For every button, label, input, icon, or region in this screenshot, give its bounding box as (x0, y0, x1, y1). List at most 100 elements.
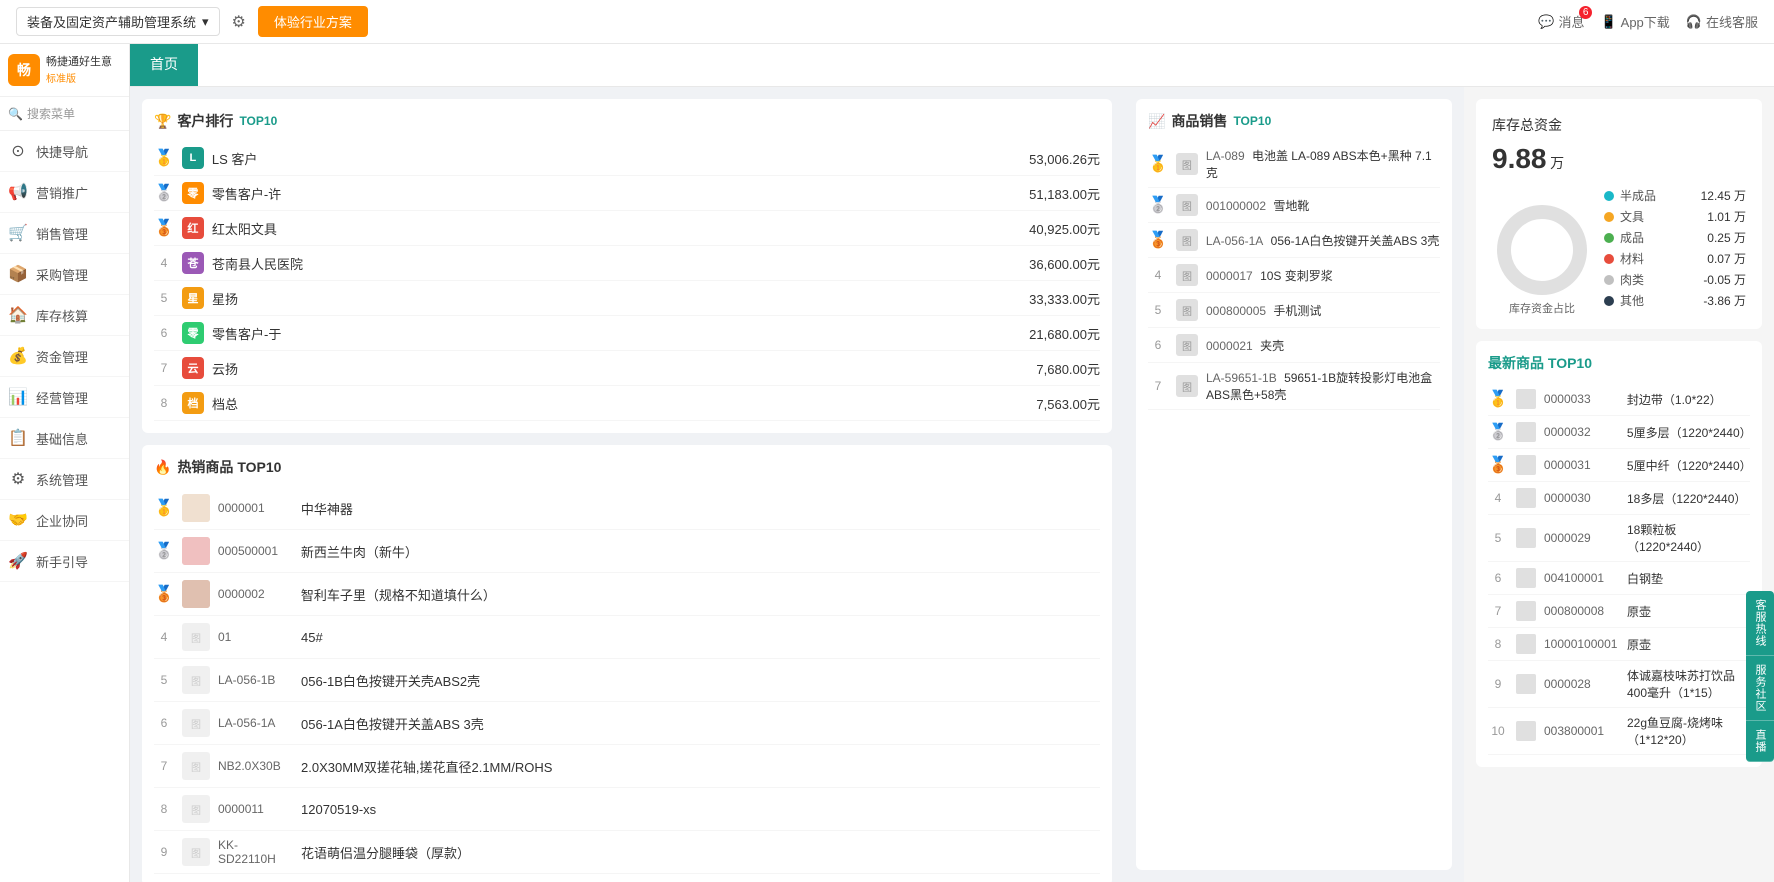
search-label: 搜索菜单 (27, 105, 75, 122)
service-label: 在线客服 (1706, 12, 1758, 31)
top-sales-top-label: TOP10 (1233, 114, 1271, 128)
legend-value: 12.45 万 (1701, 187, 1746, 204)
product-code: LA-59651-1B (1206, 371, 1277, 385)
rank-value: 7,563.00元 (1036, 394, 1100, 413)
trial-button[interactable]: 体验行业方案 (258, 6, 368, 37)
newest-product-item: 4 0000030 18多层（1220*2440） (1488, 482, 1750, 515)
inventory-card: 库存总资金 9.88 万 (1476, 99, 1762, 329)
sidebar-item-system-label: 系统管理 (36, 470, 88, 489)
legend-dot (1604, 212, 1614, 222)
newest-product-item: 🥉 0000031 5厘中纤（1220*2440） (1488, 449, 1750, 482)
newest-code: 0000030 (1544, 491, 1619, 505)
message-item[interactable]: 💬 消息 6 (1538, 12, 1584, 31)
sidebar-item-operation[interactable]: 📊 经营管理 (0, 377, 129, 418)
app-download-item[interactable]: 📱 App下载 (1600, 12, 1669, 31)
rank-value: 21,680.00元 (1029, 324, 1100, 343)
header-left: 装备及固定资产辅助管理系统 ▾ ⚙ 体验行业方案 (16, 6, 368, 37)
sidebar-item-quicknav[interactable]: ⊙ 快捷导航 (0, 131, 129, 172)
company-icon: 🤝 (8, 510, 28, 530)
sidebar-item-inventory[interactable]: 🏠 库存核算 (0, 295, 129, 336)
sidebar-logo: 畅 畅捷通好生意 标准版 (0, 44, 129, 97)
legend-list: 半成品 12.45 万 文具 1.01 万 成品 0.25 万 材料 0.07 … (1604, 187, 1746, 313)
hot-product-code: 0000011 (218, 802, 293, 816)
hot-product-item: 🥇 0000001 中华神器 (154, 487, 1100, 530)
rank-avatar: L (182, 147, 204, 169)
settings-icon[interactable]: ⚙ (232, 12, 246, 32)
sidebar-item-sales[interactable]: 🛒 销售管理 (0, 213, 129, 254)
newest-name: 18多层（1220*2440） (1627, 490, 1750, 507)
hot-product-item: 4 图 01 45# (154, 616, 1100, 659)
rank-number: 4 (154, 256, 174, 270)
hot-product-image (182, 580, 210, 608)
customer-ranking-title: 🏆 客户排行 TOP10 (154, 111, 1100, 131)
online-service-item[interactable]: 🎧 在线客服 (1686, 12, 1758, 31)
operation-icon: 📊 (8, 387, 28, 407)
customer-ranking-card: 🏆 客户排行 TOP10 🥇 L LS 客户 53,006.26元 🥈 零 零售… (142, 99, 1112, 433)
product-info: 000800005 手机测试 (1206, 302, 1440, 319)
newest-icon (1516, 674, 1536, 694)
rank-number: 9 (1488, 677, 1508, 691)
rank-name: LS 客户 (212, 149, 1021, 168)
newest-icon (1516, 488, 1536, 508)
hot-products-card: 🔥 热销商品 TOP10 🥇 0000001 中华神器 🥈 000500001 … (142, 445, 1112, 882)
hot-product-item: 🥉 0000002 智利车子里（规格不知道填什么） (154, 573, 1100, 616)
rank-number: 7 (1148, 379, 1168, 393)
newest-product-item: 8 10000100001 原壶 (1488, 628, 1750, 661)
legend-dot (1604, 233, 1614, 243)
float-service-button[interactable]: 直播 (1746, 721, 1774, 762)
rank-number: 6 (154, 716, 174, 730)
rank-name: 档总 (212, 394, 1028, 413)
sidebar-item-basic[interactable]: 📋 基础信息 (0, 418, 129, 459)
sidebar-item-finance[interactable]: 💰 资金管理 (0, 336, 129, 377)
product-code: 0000017 (1206, 269, 1253, 283)
hot-product-name: 45# (301, 630, 1100, 645)
newest-code: 003800001 (1544, 724, 1619, 738)
rank-number: 8 (154, 396, 174, 410)
customer-rank-item: 7 云 云扬 7,680.00元 (154, 351, 1100, 386)
rank-name: 苍南县人民医院 (212, 254, 1021, 273)
search-icon: 🔍 (8, 107, 23, 121)
sidebar-item-purchase[interactable]: 📦 采购管理 (0, 254, 129, 295)
inventory-title: 库存总资金 (1492, 115, 1746, 135)
sidebar-search[interactable]: 🔍 搜索菜单 (0, 97, 129, 131)
rank-value: 33,333.00元 (1029, 289, 1100, 308)
sidebar-item-company[interactable]: 🤝 企业协同 (0, 500, 129, 541)
rank-avatar: 苍 (182, 252, 204, 274)
hot-product-name: 12070519-xs (301, 802, 1100, 817)
rank-number: 4 (154, 630, 174, 644)
hot-product-name: 2.0X30MM双搓花轴,搓花直径2.1MM/ROHS (301, 757, 1100, 776)
marketing-icon: 📢 (8, 182, 28, 202)
hot-product-code: 0000002 (218, 587, 293, 601)
home-tab[interactable]: 首页 (130, 44, 198, 86)
rank-avatar: 云 (182, 357, 204, 379)
rank-avatar: 星 (182, 287, 204, 309)
system-selector[interactable]: 装备及固定资产辅助管理系统 ▾ (16, 7, 220, 36)
sidebar-item-guide[interactable]: 🚀 新手引导 (0, 541, 129, 582)
float-service-button[interactable]: 服务社区 (1746, 656, 1774, 721)
inventory-unit: 万 (1550, 155, 1564, 171)
product-code: LA-089 (1206, 149, 1245, 163)
dropdown-icon: ▾ (202, 14, 209, 30)
sales-chart-icon: 📈 (1148, 113, 1165, 130)
product-info: 001000002 雪地靴 (1206, 197, 1440, 214)
basic-icon: 📋 (8, 428, 28, 448)
sidebar-item-system[interactable]: ⚙ 系统管理 (0, 459, 129, 500)
product-name: 手机测试 (1273, 304, 1321, 318)
newest-product-item: 🥈 0000032 5厘多层（1220*2440） (1488, 416, 1750, 449)
trophy-icon: 🏆 (154, 113, 171, 130)
top-sales-item: 🥉 图 LA-056-1A 056-1A白色按键开关盖ABS 3壳 (1148, 223, 1440, 258)
product-icon: 图 (1176, 334, 1198, 356)
legend-item: 成品 0.25 万 (1604, 229, 1746, 246)
customer-rank-item: 🥇 L LS 客户 53,006.26元 (154, 141, 1100, 176)
float-service-button[interactable]: 客服热线 (1746, 591, 1774, 656)
hot-product-item: 🥈 000500001 新西兰牛肉（新牛） (154, 530, 1100, 573)
newest-product-item: 🥇 0000033 封边带（1.0*22） (1488, 383, 1750, 416)
rank-number: 7 (154, 759, 174, 773)
sidebar-item-marketing[interactable]: 📢 营销推广 (0, 172, 129, 213)
top-sales-item: 🥈 图 001000002 雪地靴 (1148, 188, 1440, 223)
legend-value: 1.01 万 (1707, 208, 1746, 225)
newest-icon (1516, 528, 1536, 548)
product-code: 0000021 (1206, 339, 1253, 353)
product-name: 雪地靴 (1273, 199, 1309, 213)
legend-name: 肉类 (1620, 271, 1697, 288)
